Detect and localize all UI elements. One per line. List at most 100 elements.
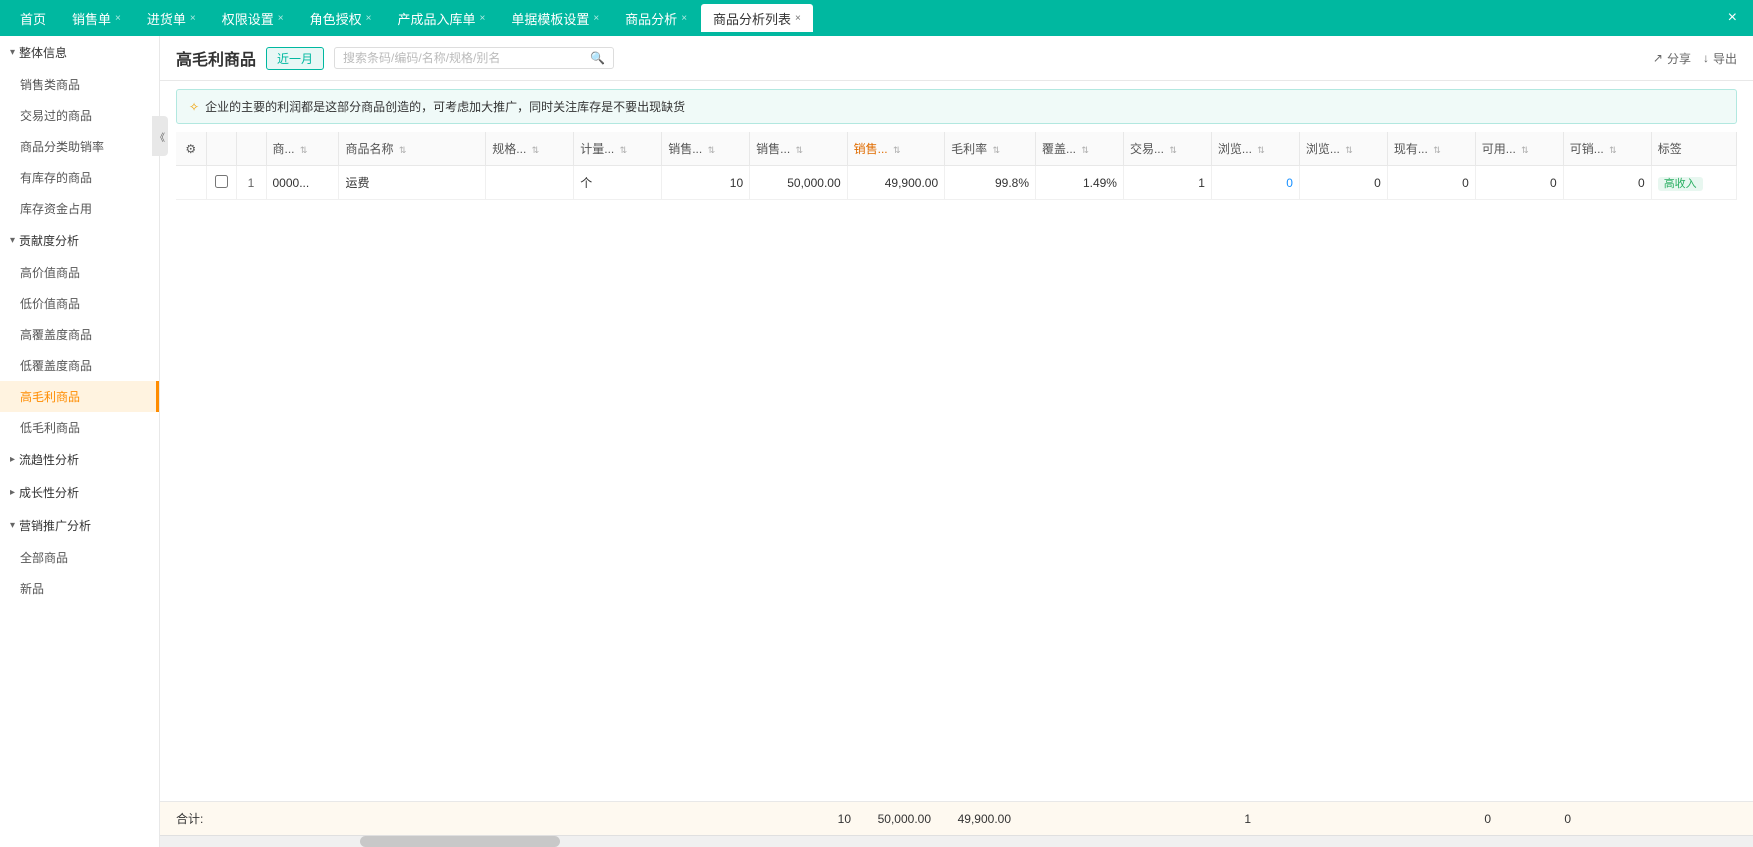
content-header: 高毛利商品 近一月 🔍 ↗ 分享 ↓ 导出 [160, 36, 1753, 81]
sidebar-item-high-value[interactable]: 高价值商品 [0, 257, 159, 288]
th-code[interactable]: 商... ⇅ [266, 132, 339, 166]
sort-icon[interactable]: ⇅ [1345, 145, 1353, 155]
filter-recent-month-button[interactable]: 近一月 [266, 47, 324, 70]
nav-tab-product-analysis-list[interactable]: 商品分析列表 × [701, 4, 813, 32]
th-coverage[interactable]: 覆盖... ⇅ [1036, 132, 1124, 166]
arrow-down-icon: ▾ [10, 520, 15, 531]
th-current-stock[interactable]: 现有... ⇅ [1387, 132, 1475, 166]
arrow-right-icon: ▸ [10, 454, 15, 465]
close-all-button[interactable]: × [1720, 9, 1745, 27]
export-icon: ↓ [1703, 51, 1709, 65]
sort-icon[interactable]: ⇅ [796, 145, 804, 155]
sidebar-item-low-coverage[interactable]: 低覆盖度商品 [0, 350, 159, 381]
share-button[interactable]: ↗ 分享 [1653, 50, 1691, 67]
tag-badge: 高收入 [1658, 177, 1703, 191]
sidebar-item-low-value[interactable]: 低价值商品 [0, 288, 159, 319]
sort-icon[interactable]: ⇅ [620, 145, 628, 155]
nav-tab-purchase[interactable]: 进货单 × [135, 4, 208, 32]
close-icon[interactable]: × [479, 13, 485, 24]
sidebar-item-new-products[interactable]: 新品 [0, 573, 159, 604]
export-button[interactable]: ↓ 导出 [1703, 50, 1737, 67]
close-icon[interactable]: × [593, 13, 599, 24]
nav-tab-product-analysis[interactable]: 商品分析 × [613, 4, 699, 32]
horizontal-scrollbar[interactable] [160, 835, 1753, 847]
scrollbar-thumb[interactable] [360, 836, 560, 847]
th-available[interactable]: 可用... ⇅ [1475, 132, 1563, 166]
search-box: 🔍 [334, 47, 614, 69]
search-input[interactable] [343, 51, 584, 65]
sort-icon[interactable]: ⇅ [708, 145, 716, 155]
footer-sales-amount: 50,000.00 [857, 812, 937, 826]
sort-icon[interactable]: ⇅ [1169, 145, 1177, 155]
sidebar-group-contribution[interactable]: ▾ 贡献度分析 [0, 224, 159, 257]
nav-tab-finished-goods[interactable]: 产成品入库单 × [385, 4, 497, 32]
nav-tab-home[interactable]: 首页 [8, 4, 58, 32]
sidebar-item-high-margin[interactable]: 高毛利商品 [0, 381, 159, 412]
arrow-down-icon: ▾ [10, 235, 15, 246]
sidebar-group-trend[interactable]: ▸ 流趋性分析 [0, 443, 159, 476]
nav-tab-sales[interactable]: 销售单 × [60, 4, 133, 32]
row-checkbox[interactable] [215, 175, 228, 188]
sort-icon[interactable]: ⇅ [992, 145, 1000, 155]
nav-tab-permissions[interactable]: 权限设置 × [210, 4, 296, 32]
close-icon[interactable]: × [115, 13, 121, 24]
td-views1[interactable]: 0 [1211, 166, 1299, 200]
chevron-left-icon: 《 [155, 129, 165, 144]
td-code: 0000... [266, 166, 339, 200]
th-spec[interactable]: 规格... ⇅ [486, 132, 574, 166]
close-icon[interactable]: × [681, 13, 687, 24]
nav-tab-roles[interactable]: 角色授权 × [298, 4, 384, 32]
sort-icon[interactable]: ⇅ [1609, 145, 1617, 155]
close-icon[interactable]: × [795, 13, 801, 24]
td-tag: 高收入 [1651, 166, 1736, 200]
td-sellable: 0 [1563, 166, 1651, 200]
footer-sales-profit: 49,900.00 [937, 812, 1017, 826]
close-icon[interactable]: × [278, 13, 284, 24]
close-icon[interactable]: × [366, 13, 372, 24]
th-trade[interactable]: 交易... ⇅ [1123, 132, 1211, 166]
views1-link[interactable]: 0 [1286, 176, 1293, 190]
sort-icon[interactable]: ⇅ [1433, 145, 1441, 155]
th-unit[interactable]: 计量... ⇅ [574, 132, 662, 166]
sidebar-group-overall[interactable]: ▾ 整体信息 [0, 36, 159, 69]
page-title: 高毛利商品 [176, 46, 256, 70]
td-sales-qty: 10 [662, 166, 750, 200]
sort-icon[interactable]: ⇅ [1081, 145, 1089, 155]
sidebar-group-growth[interactable]: ▸ 成长性分析 [0, 476, 159, 509]
th-views1[interactable]: 浏览... ⇅ [1211, 132, 1299, 166]
sort-icon[interactable]: ⇅ [532, 145, 540, 155]
sidebar-item-stocked-products[interactable]: 有库存的商品 [0, 162, 159, 193]
td-available: 0 [1475, 166, 1563, 200]
sort-icon[interactable]: ⇅ [1257, 145, 1265, 155]
th-tag[interactable]: 标签 [1651, 132, 1736, 166]
th-views2[interactable]: 浏览... ⇅ [1299, 132, 1387, 166]
close-icon[interactable]: × [190, 13, 196, 24]
sidebar-item-low-margin[interactable]: 低毛利商品 [0, 412, 159, 443]
th-sales-profit[interactable]: 销售... ⇅ [847, 132, 944, 166]
sort-icon[interactable]: ⇅ [399, 145, 407, 155]
sidebar-group-marketing[interactable]: ▾ 营销推广分析 [0, 509, 159, 542]
th-sales-amount[interactable]: 销售... ⇅ [750, 132, 847, 166]
header-actions: ↗ 分享 ↓ 导出 [1653, 50, 1737, 67]
sort-icon[interactable]: ⇅ [300, 145, 308, 155]
sort-icon[interactable]: ⇅ [1521, 145, 1529, 155]
sidebar-item-category-rate[interactable]: 商品分类助销率 [0, 131, 159, 162]
th-sellable[interactable]: 可销... ⇅ [1563, 132, 1651, 166]
sidebar-item-stock-capital[interactable]: 库存资金占用 [0, 193, 159, 224]
sidebar-collapse-button[interactable]: 《 [152, 116, 168, 156]
nav-tab-template-settings[interactable]: 单据模板设置 × [499, 4, 611, 32]
th-settings[interactable]: ⚙ [176, 132, 206, 166]
arrow-right-icon: ▸ [10, 487, 15, 498]
td-current-stock: 0 [1387, 166, 1475, 200]
search-icon[interactable]: 🔍 [590, 51, 605, 65]
sidebar-item-all-products[interactable]: 全部商品 [0, 542, 159, 573]
sidebar-item-high-coverage[interactable]: 高覆盖度商品 [0, 319, 159, 350]
th-name[interactable]: 商品名称 ⇅ [339, 132, 486, 166]
sidebar-item-traded-products[interactable]: 交易过的商品 [0, 100, 159, 131]
td-checkbox[interactable] [206, 166, 236, 200]
th-sales-qty[interactable]: 销售... ⇅ [662, 132, 750, 166]
table-container[interactable]: ⚙ 商... ⇅ 商品名称 ⇅ 规格... ⇅ [160, 132, 1753, 801]
sidebar-item-sales-products[interactable]: 销售类商品 [0, 69, 159, 100]
sort-icon[interactable]: ⇅ [893, 145, 901, 155]
th-gross-margin[interactable]: 毛利率 ⇅ [945, 132, 1036, 166]
